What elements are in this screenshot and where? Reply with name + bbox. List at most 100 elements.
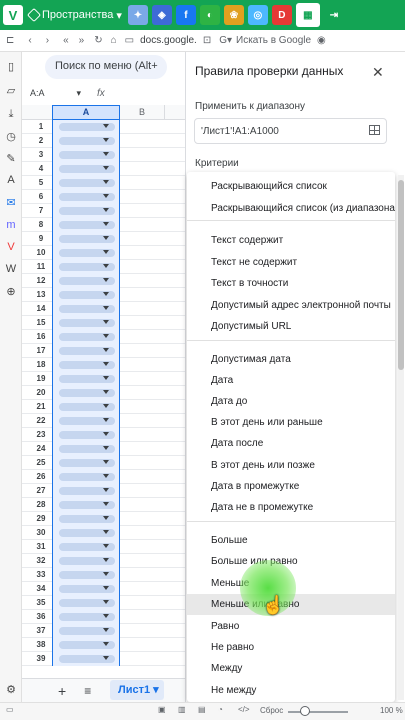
cell-dropdown[interactable]	[52, 232, 120, 246]
workspaces-button[interactable]: Пространства ▾	[26, 7, 122, 23]
cell-dropdown[interactable]	[52, 274, 120, 288]
row-number[interactable]: 11	[30, 260, 52, 274]
row-number[interactable]: 15	[30, 316, 52, 330]
tab-favicon-6[interactable]: ◎	[247, 5, 268, 25]
criteria-option[interactable]: Дата	[187, 370, 395, 391]
cell-dropdown[interactable]	[52, 456, 120, 470]
sheet-tab-list1[interactable]: Лист1 ▾	[110, 680, 164, 700]
forward-icon[interactable]: ›	[46, 35, 49, 46]
translate-icon[interactable]: A	[4, 173, 18, 187]
cell-dropdown[interactable]	[52, 134, 120, 148]
panel-toggle-icon[interactable]: ⊏	[6, 35, 14, 46]
cell-dropdown[interactable]	[52, 246, 120, 260]
row-number[interactable]: 13	[30, 288, 52, 302]
add-sheet-button[interactable]: +	[58, 683, 66, 699]
cell-dropdown[interactable]	[52, 316, 120, 330]
wikipedia-icon[interactable]: W	[4, 262, 18, 276]
tiling-icon[interactable]: ▥	[178, 705, 186, 714]
row-number[interactable]: 18	[30, 358, 52, 372]
cell-dropdown[interactable]	[52, 260, 120, 274]
column-header-b[interactable]: B	[120, 105, 165, 120]
search-field[interactable]: Искать в Google	[236, 35, 311, 46]
row-number[interactable]: 36	[30, 610, 52, 624]
row-number[interactable]: 23	[30, 428, 52, 442]
cell-dropdown[interactable]	[52, 540, 120, 554]
row-number[interactable]: 16	[30, 330, 52, 344]
row-number[interactable]: 4	[30, 162, 52, 176]
criteria-option[interactable]: Дата не в промежутке	[187, 497, 395, 518]
cell-dropdown[interactable]	[52, 484, 120, 498]
row-number[interactable]: 22	[30, 414, 52, 428]
criteria-option[interactable]: Текст в точности	[187, 273, 395, 294]
url-field[interactable]: docs.google.	[140, 35, 197, 46]
user-avatar-icon[interactable]: ◉	[317, 35, 326, 46]
history-icon[interactable]: ◷	[4, 129, 18, 143]
criteria-option[interactable]: Между	[187, 658, 395, 679]
panel-toggle-icon[interactable]: ▭	[6, 705, 14, 714]
criteria-option[interactable]: Допустимая дата	[187, 349, 395, 370]
home-icon[interactable]: ⌂	[111, 35, 117, 46]
criteria-option[interactable]: Дата в промежутке	[187, 476, 395, 497]
row-number[interactable]: 10	[30, 246, 52, 260]
image-icon[interactable]: ▤	[198, 705, 206, 714]
mail-icon[interactable]: ✉	[4, 195, 18, 209]
cell-dropdown[interactable]	[52, 204, 120, 218]
bookmark-icon[interactable]: ⊡	[203, 35, 211, 46]
row-number[interactable]: 34	[30, 582, 52, 596]
cell-dropdown[interactable]	[52, 442, 120, 456]
facebook-tab-icon[interactable]: f	[175, 5, 196, 25]
row-number[interactable]: 24	[30, 442, 52, 456]
cell-dropdown[interactable]	[52, 302, 120, 316]
cell-dropdown[interactable]	[52, 498, 120, 512]
zoom-slider-thumb[interactable]	[300, 706, 310, 716]
reading-list-icon[interactable]: ▱	[4, 83, 18, 97]
criteria-option[interactable]: Не между	[187, 680, 395, 701]
all-sheets-button[interactable]: ≡	[84, 684, 91, 698]
criteria-option[interactable]: Дата после	[187, 433, 395, 454]
cell-dropdown[interactable]	[52, 596, 120, 610]
clock-icon[interactable]: ◔	[218, 705, 223, 714]
row-number[interactable]: 29	[30, 512, 52, 526]
cell-dropdown[interactable]	[52, 414, 120, 428]
criteria-option[interactable]: Дата до	[187, 391, 395, 412]
cell-dropdown[interactable]	[52, 400, 120, 414]
close-icon[interactable]: ✕	[372, 64, 384, 81]
zoom-reset-button[interactable]: Сброс	[260, 706, 283, 715]
mastodon-icon[interactable]: m	[4, 218, 18, 232]
row-number[interactable]: 39	[30, 652, 52, 666]
row-number[interactable]: 14	[30, 302, 52, 316]
cell-dropdown[interactable]	[52, 330, 120, 344]
vivaldi-logo-icon[interactable]: V	[3, 5, 23, 25]
tab-favicon-9[interactable]: ⇥	[324, 5, 344, 25]
criteria-option[interactable]: Раскрывающийся список	[187, 176, 395, 197]
row-number[interactable]: 12	[30, 274, 52, 288]
cell-dropdown[interactable]	[52, 428, 120, 442]
cell-dropdown[interactable]	[52, 554, 120, 568]
cell-dropdown[interactable]	[52, 190, 120, 204]
row-number[interactable]: 17	[30, 344, 52, 358]
fast-forward-icon[interactable]: »	[79, 35, 85, 46]
cell-dropdown[interactable]	[52, 568, 120, 582]
name-box[interactable]: A:A ▾	[30, 88, 90, 104]
criteria-option[interactable]: Текст содержит	[187, 230, 395, 251]
criteria-option[interactable]: Допустимый URL	[187, 316, 395, 337]
search-engine-icon[interactable]: G▾	[219, 35, 232, 46]
criteria-option[interactable]: В этот день или раньше	[187, 412, 395, 433]
capture-icon[interactable]: ▣	[158, 705, 166, 714]
criteria-option[interactable]: Больше	[187, 530, 395, 551]
criteria-option[interactable]: Не равно	[187, 637, 395, 658]
row-number[interactable]: 35	[30, 596, 52, 610]
row-number[interactable]: 25	[30, 456, 52, 470]
row-number[interactable]: 37	[30, 624, 52, 638]
criteria-option[interactable]: Текст не содержит	[187, 252, 395, 273]
sheets-tab-active[interactable]: ▦	[295, 3, 320, 27]
cell-dropdown[interactable]	[52, 526, 120, 540]
criteria-option[interactable]: Раскрывающийся список (из диапазона)	[187, 198, 395, 219]
code-icon[interactable]: </>	[238, 705, 250, 714]
cell-dropdown[interactable]	[52, 470, 120, 484]
cell-dropdown[interactable]	[52, 386, 120, 400]
bookmarks-icon[interactable]: ▯	[4, 59, 18, 73]
cell-dropdown[interactable]	[52, 358, 120, 372]
tab-favicon-2[interactable]: ◈	[151, 5, 172, 25]
cell-dropdown[interactable]	[52, 288, 120, 302]
